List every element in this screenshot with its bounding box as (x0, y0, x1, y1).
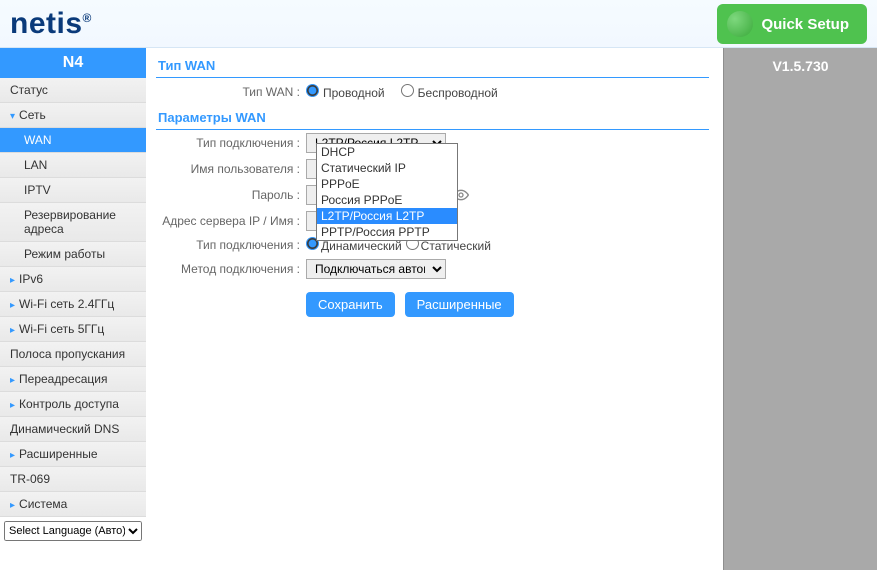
sidebar-item-11[interactable]: Переадресация (0, 367, 146, 392)
wan-type-label: Тип WAN : (156, 85, 306, 99)
sidebar: N4 СтатусСетьWANLANIPTVРезервирование ад… (0, 48, 146, 570)
username-label: Имя пользователя : (156, 162, 306, 176)
dropdown-option-0[interactable]: DHCP (317, 144, 457, 160)
sidebar-item-14[interactable]: Расширенные (0, 442, 146, 467)
sidebar-item-13[interactable]: Динамический DNS (0, 417, 146, 442)
conn-type-dropdown[interactable]: DHCPСтатический IPPPPoEРоссия PPPoEL2TP/… (316, 143, 458, 241)
section-wan-params-title: Параметры WAN (156, 106, 709, 130)
sidebar-item-1[interactable]: Сеть (0, 103, 146, 128)
sidebar-item-15[interactable]: TR-069 (0, 467, 146, 492)
method-label: Метод подключения : (156, 262, 306, 276)
server-label: Адрес сервера IP / Имя : (156, 214, 306, 228)
radio-wireless-label[interactable]: Беспроводной (401, 84, 498, 100)
quick-setup-button[interactable]: Quick Setup (717, 4, 867, 44)
password-label: Пароль : (156, 188, 306, 202)
language-select[interactable]: Select Language (Авто) (4, 521, 142, 541)
model-label: N4 (0, 48, 146, 78)
sidebar-item-8[interactable]: Wi-Fi сеть 2.4ГГц (0, 292, 146, 317)
sidebar-item-7[interactable]: IPv6 (0, 267, 146, 292)
sidebar-item-3[interactable]: LAN (0, 153, 146, 178)
dropdown-option-4[interactable]: L2TP/Россия L2TP (317, 208, 457, 224)
conn-type-label: Тип подключения : (156, 136, 306, 150)
save-button[interactable]: Сохранить (306, 292, 395, 317)
radio-wireless[interactable] (401, 84, 414, 97)
button-row: Сохранить Расширенные (156, 282, 723, 317)
main-panel: Тип WAN Тип WAN : Проводной Беспроводной… (146, 48, 723, 570)
sidebar-item-9[interactable]: Wi-Fi сеть 5ГГц (0, 317, 146, 342)
version-label: V1.5.730 (724, 48, 877, 84)
brand-logo: netis® (10, 7, 92, 41)
top-bar: netis® Quick Setup (0, 0, 877, 48)
sidebar-item-5[interactable]: Резервирование адреса (0, 203, 146, 242)
sidebar-item-0[interactable]: Статус (0, 78, 146, 103)
dropdown-option-1[interactable]: Статический IP (317, 160, 457, 176)
section-wan-type-title: Тип WAN (156, 54, 709, 78)
wan-type-row: Тип WAN : Проводной Беспроводной (156, 78, 723, 106)
sidebar-item-16[interactable]: Система (0, 492, 146, 517)
sidebar-item-4[interactable]: IPTV (0, 178, 146, 203)
quick-setup-label: Quick Setup (761, 16, 849, 33)
method-row: Метод подключения : Подключаться автомат… (156, 256, 723, 282)
dropdown-option-2[interactable]: PPPoE (317, 176, 457, 192)
method-select[interactable]: Подключаться автоматич (306, 259, 446, 279)
sidebar-item-12[interactable]: Контроль доступа (0, 392, 146, 417)
sidebar-item-2[interactable]: WAN (0, 128, 146, 153)
radio-wired-label[interactable]: Проводной (306, 84, 385, 100)
sidebar-item-6[interactable]: Режим работы (0, 242, 146, 267)
sidebar-item-10[interactable]: Полоса пропускания (0, 342, 146, 367)
right-column: V1.5.730 (723, 48, 877, 570)
dropdown-option-3[interactable]: Россия PPPoE (317, 192, 457, 208)
radio-wired[interactable] (306, 84, 319, 97)
advanced-button[interactable]: Расширенные (405, 292, 514, 317)
dropdown-option-5[interactable]: PPTP/Россия PPTP (317, 224, 457, 240)
conn-type2-label: Тип подключения : (156, 238, 306, 252)
